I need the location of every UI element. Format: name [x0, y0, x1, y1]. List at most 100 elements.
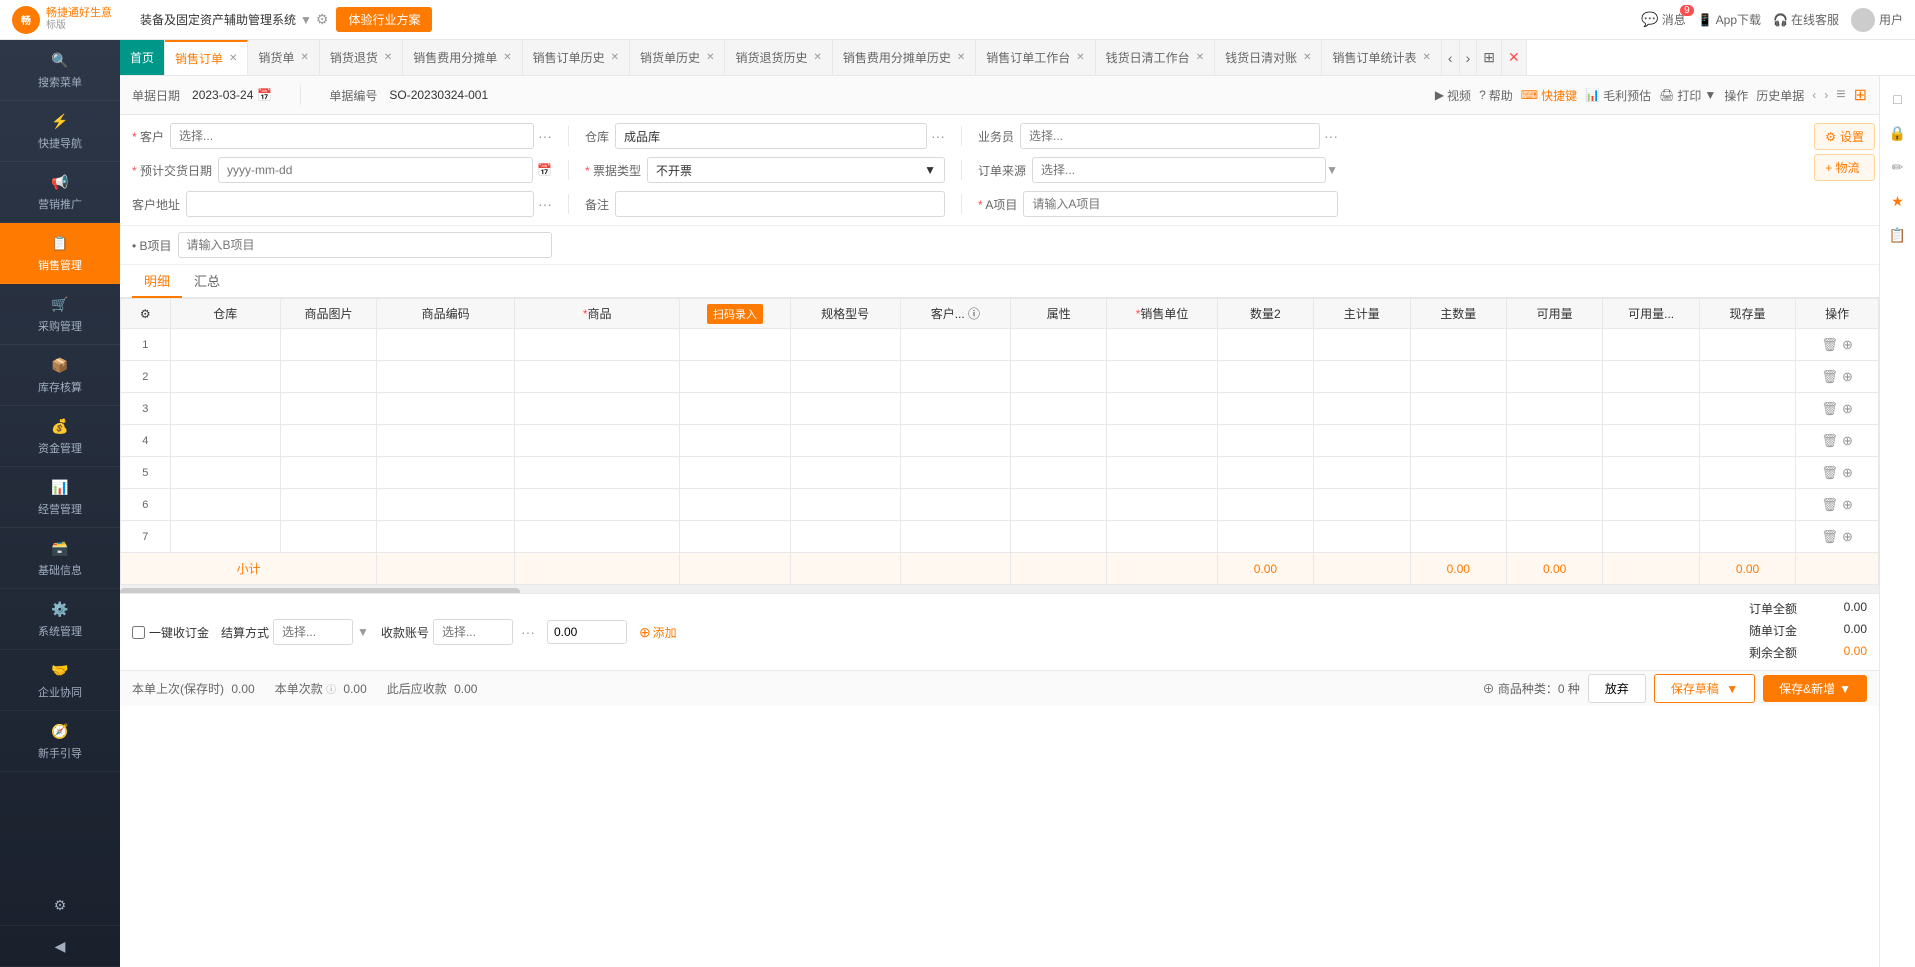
row1-available[interactable] — [1506, 329, 1602, 361]
tab-close-refund-history[interactable]: ✕ — [813, 52, 821, 63]
row2-copy-btn[interactable]: ⊕ — [1842, 369, 1853, 385]
calendar-icon[interactable]: 📅 — [257, 88, 272, 102]
history-btn[interactable]: 历史单据 — [1756, 87, 1804, 104]
one-click-checkbox[interactable]: 一键收订金 — [132, 624, 209, 641]
save-draft-btn[interactable]: 保存草稿 ▼ — [1654, 674, 1755, 703]
row2-main-qty[interactable] — [1410, 361, 1506, 393]
tab-order-summary[interactable]: 销售订单统计表 ✕ — [1322, 40, 1441, 75]
row6-delete-btn[interactable]: 🗑 — [1821, 497, 1838, 513]
tab-close-expense-history[interactable]: ✕ — [957, 52, 965, 63]
row5-copy-btn[interactable]: ⊕ — [1842, 465, 1853, 481]
row1-available2[interactable] — [1603, 329, 1699, 361]
row2-code[interactable] — [377, 361, 515, 393]
tab-summary-detail[interactable]: 汇总 — [182, 265, 232, 298]
right-panel-icon-1[interactable]: □ — [1883, 84, 1913, 114]
industry-btn[interactable]: 体验行业方案 — [336, 7, 432, 32]
tab-more-btn[interactable]: ⊞ — [1477, 40, 1502, 75]
toolbar-nav-next[interactable]: › — [1824, 88, 1828, 102]
row1-copy-btn[interactable]: ⊕ — [1842, 337, 1853, 353]
profit-btn[interactable]: 📊 毛利预估 — [1585, 87, 1651, 104]
tab-close-cash-workbench[interactable]: ✕ — [1196, 52, 1204, 63]
tab-close-cash-account[interactable]: ✕ — [1303, 52, 1311, 63]
save-draft-dropdown-icon[interactable]: ▼ — [1726, 682, 1738, 696]
operation-btn[interactable]: 操作 — [1724, 87, 1748, 104]
sidebar-item-quick-nav[interactable]: ⚡ 快捷导航 — [0, 101, 120, 162]
add-logistics-btn[interactable]: + 物流 — [1814, 154, 1875, 181]
row2-attr[interactable] — [1011, 361, 1107, 393]
tab-detail[interactable]: 明细 — [132, 265, 182, 298]
row2-img[interactable] — [280, 361, 376, 393]
sidebar-item-system[interactable]: ⚙️ 系统管理 — [0, 589, 120, 650]
staff-more-btn[interactable]: ··· — [1324, 128, 1338, 144]
col-settings[interactable]: ⚙ — [121, 299, 171, 329]
save-new-dropdown-icon[interactable]: ▼ — [1839, 682, 1851, 696]
tab-expense-split[interactable]: 销售费用分摊单 ✕ — [403, 40, 522, 75]
sidebar-item-enterprise[interactable]: 🤝 企业协同 — [0, 650, 120, 711]
sidebar-item-operation[interactable]: 📊 经营管理 — [0, 467, 120, 528]
b-project-input[interactable] — [178, 232, 552, 258]
row2-customer-code[interactable] — [900, 361, 1010, 393]
row4-copy-btn[interactable]: ⊕ — [1842, 433, 1853, 449]
row1-qty2[interactable] — [1217, 329, 1313, 361]
sidebar-item-config[interactable]: ⚙ — [0, 885, 120, 926]
settings-float-btn[interactable]: ⚙ 设置 — [1814, 123, 1875, 150]
row1-unit[interactable] — [1107, 329, 1217, 361]
row2-delete-btn[interactable]: 🗑 — [1821, 369, 1838, 385]
row2-main-unit[interactable] — [1314, 361, 1410, 393]
right-panel-icon-5[interactable]: 📋 — [1883, 220, 1913, 250]
row2-product[interactable] — [515, 361, 680, 393]
sidebar-item-purchase[interactable]: 🛒 采购管理 — [0, 284, 120, 345]
row1-img[interactable] — [280, 329, 376, 361]
view-video-btn[interactable]: ▶ 视频 — [1435, 87, 1471, 104]
app-download[interactable]: 📱App下载 — [1698, 11, 1761, 28]
tab-next-btn[interactable]: › — [1460, 40, 1478, 75]
warehouse-select[interactable]: 成品库 — [615, 123, 927, 149]
toolbar-view-toggle[interactable]: ≡ — [1836, 86, 1845, 104]
save-new-btn[interactable]: 保存&新增 ▼ — [1763, 675, 1867, 702]
tab-expense-history[interactable]: 销售费用分摊单历史 ✕ — [833, 40, 976, 75]
help-btn[interactable]: ? 帮助 — [1479, 87, 1513, 104]
system-dropdown-icon[interactable]: ▼ — [300, 13, 312, 27]
row1-stock[interactable] — [1699, 329, 1795, 361]
row2-qty2[interactable] — [1217, 361, 1313, 393]
customer-more-btn[interactable]: ··· — [538, 128, 552, 144]
staff-input[interactable] — [1020, 123, 1320, 149]
tab-close-order-summary[interactable]: ✕ — [1423, 52, 1431, 63]
customer-input[interactable] — [170, 123, 534, 149]
account-more-btn[interactable]: ··· — [521, 624, 535, 640]
memo-input[interactable] — [615, 191, 945, 217]
order-source-input[interactable] — [1032, 157, 1326, 183]
tab-refund-history[interactable]: 销货退货历史 ✕ — [725, 40, 832, 75]
row6-copy-btn[interactable]: ⊕ — [1842, 497, 1853, 513]
tab-sales-return[interactable]: 销货单 ✕ — [248, 40, 319, 75]
tab-sales-refund[interactable]: 销货退货 ✕ — [320, 40, 403, 75]
sidebar-item-collapse[interactable]: ◀ — [0, 926, 120, 967]
sidebar-item-finance[interactable]: 💰 资金管理 — [0, 406, 120, 467]
row1-customer-code[interactable] — [900, 329, 1010, 361]
payment-amount[interactable] — [547, 620, 627, 644]
row1-code[interactable] — [377, 329, 515, 361]
row1-attr[interactable] — [1011, 329, 1107, 361]
right-panel-icon-3[interactable]: ✏ — [1883, 152, 1913, 182]
row1-scan[interactable] — [680, 329, 790, 361]
row1-main-unit[interactable] — [1314, 329, 1410, 361]
row2-available2[interactable] — [1603, 361, 1699, 393]
row1-spec[interactable] — [790, 329, 900, 361]
sidebar-item-sales[interactable]: 📋 销售管理 — [0, 223, 120, 284]
tab-close-order-workbench[interactable]: ✕ — [1076, 52, 1084, 63]
sidebar-item-inventory[interactable]: 📦 库存核算 — [0, 345, 120, 406]
row2-stock[interactable] — [1699, 361, 1795, 393]
a-project-input[interactable] — [1023, 191, 1338, 217]
row1-main-qty[interactable] — [1410, 329, 1506, 361]
right-panel-icon-4[interactable]: ★ — [1883, 186, 1913, 216]
tab-close-order-history[interactable]: ✕ — [611, 52, 619, 63]
customer-address-input[interactable] — [186, 191, 534, 217]
sidebar-item-marketing[interactable]: 📢 营销推广 — [0, 162, 120, 223]
tab-return-history[interactable]: 销货单历史 ✕ — [630, 40, 725, 75]
settlement-select[interactable] — [273, 619, 353, 645]
add-payment-btn[interactable]: ⊕ 添加 — [639, 624, 677, 641]
row1-delete-btn[interactable]: 🗑 — [1821, 337, 1838, 353]
warehouse-more-btn[interactable]: ··· — [931, 128, 945, 144]
system-settings-icon[interactable]: ⚙ — [316, 11, 329, 28]
row2-unit[interactable] — [1107, 361, 1217, 393]
